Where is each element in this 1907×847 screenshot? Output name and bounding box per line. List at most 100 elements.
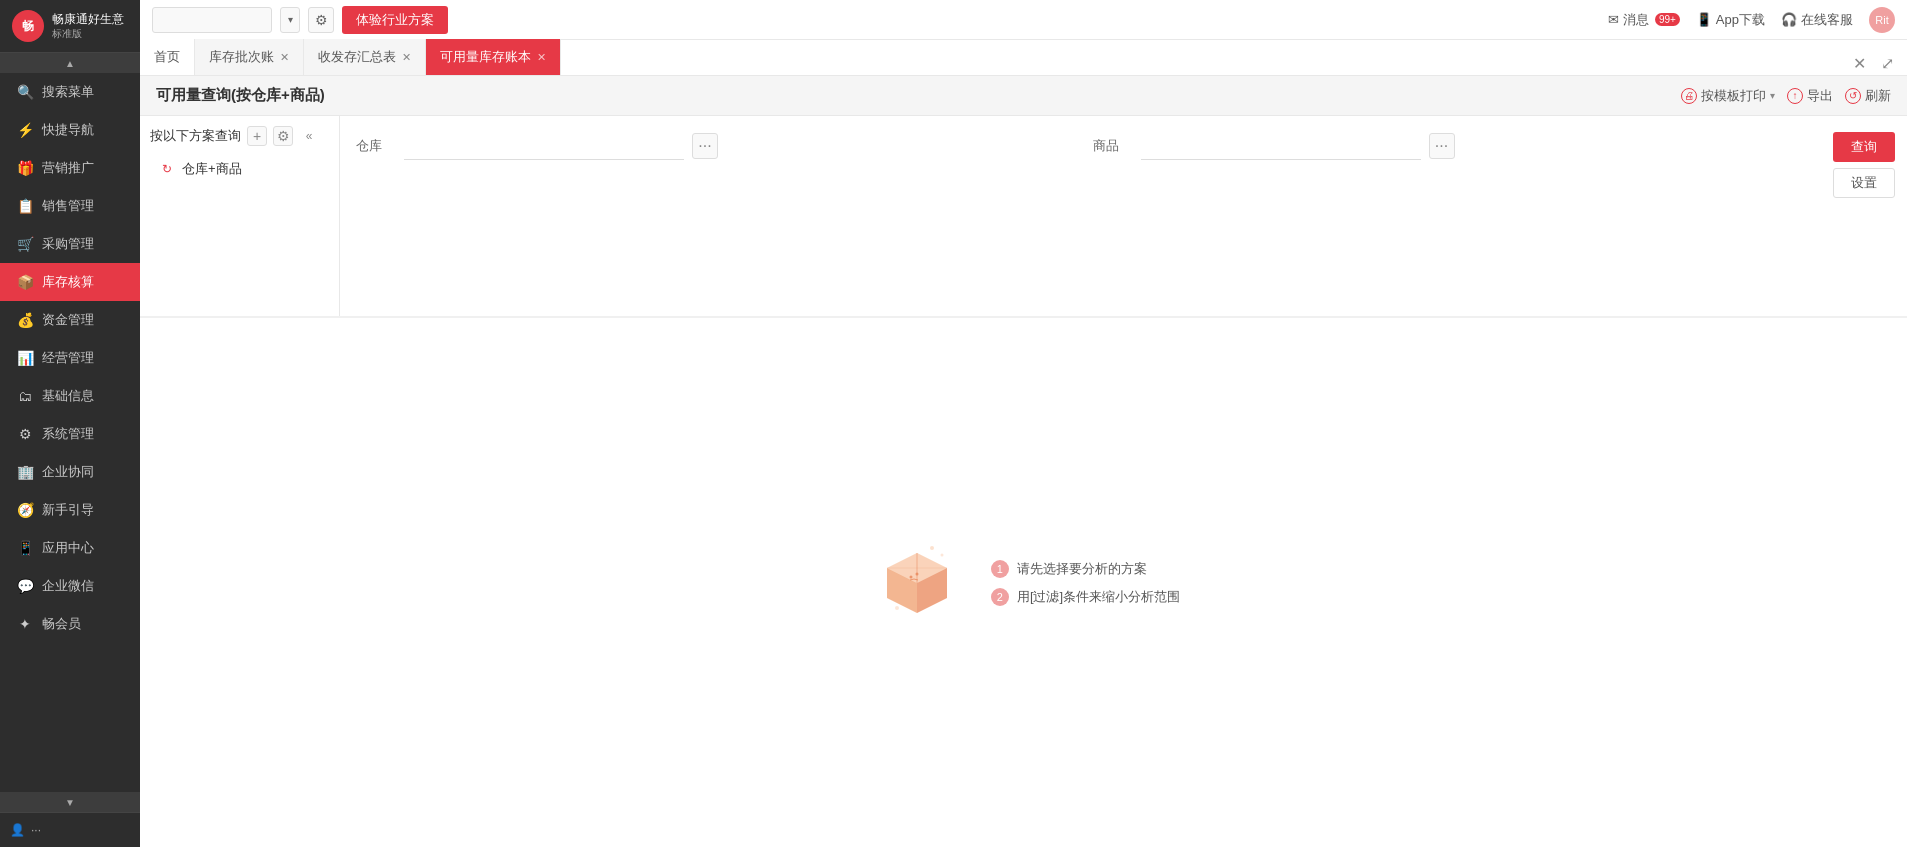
warehouse-input[interactable] — [404, 132, 684, 160]
sidebar-scroll-area: 🔍 搜索菜单 ⚡ 快捷导航 🎁 营销推广 📋 销售管理 🛒 采购管理 📦 库存核… — [0, 73, 140, 792]
refresh-btn[interactable]: ↺ 刷新 — [1845, 87, 1891, 105]
hint-num-2: 2 — [991, 588, 1009, 606]
sidebar-item-wechat[interactable]: 💬 企业微信 — [0, 567, 140, 605]
warehouse-more-btn[interactable]: ··· — [692, 133, 718, 159]
sidebar-logo: 畅 — [12, 10, 44, 42]
sidebar-item-system[interactable]: ⚙ 系统管理 — [0, 415, 140, 453]
settings-gear-icon[interactable]: ⚙ — [308, 7, 334, 33]
online-service-action[interactable]: 🎧 在线客服 — [1781, 11, 1853, 29]
hint-item-1: 1 请先选择要分析的方案 — [991, 560, 1180, 578]
sidebar-item-sales[interactable]: 📋 销售管理 — [0, 187, 140, 225]
finance-icon: 💰 — [16, 311, 34, 329]
tab-close-all-icon[interactable]: ✕ — [1847, 51, 1871, 75]
sidebar-item-search[interactable]: 🔍 搜索菜单 — [0, 73, 140, 111]
svg-point-10 — [915, 572, 918, 575]
enterprise-icon: 🏢 — [16, 463, 34, 481]
trial-btn[interactable]: 体验行业方案 — [342, 6, 448, 34]
sidebar-item-purchase[interactable]: 🛒 采购管理 — [0, 225, 140, 263]
scheme-settings-btn[interactable]: ⚙ — [273, 126, 293, 146]
inventory-icon: 📦 — [16, 273, 34, 291]
sidebar-item-quicknav[interactable]: ⚡ 快捷导航 — [0, 111, 140, 149]
avatar[interactable]: Rit — [1869, 7, 1895, 33]
sidebar-item-member[interactable]: ✦ 畅会员 — [0, 605, 140, 643]
svg-point-8 — [895, 606, 899, 610]
app-download-action[interactable]: 📱 App下载 — [1696, 11, 1765, 29]
member-icon: ✦ — [16, 615, 34, 633]
export-btn[interactable]: ↑ 导出 — [1787, 87, 1833, 105]
query-fields: 仓库 ··· 商品 ··· — [340, 116, 1821, 316]
dropdown-chevron-icon[interactable]: ▾ — [280, 7, 300, 33]
tab-batch-close-icon[interactable]: ✕ — [280, 51, 289, 64]
page-header-actions: 🖨 按模板打印 ▾ ↑ 导出 ↺ 刷新 — [1681, 87, 1891, 105]
empty-state: 1 请先选择要分析的方案 2 用[过滤]条件来缩小分析范围 — [140, 318, 1907, 847]
sidebar-item-operations[interactable]: 📊 经营管理 — [0, 339, 140, 377]
phone-icon: 📱 — [1696, 12, 1712, 27]
column-settings-btn[interactable]: 设置 — [1833, 168, 1895, 198]
message-label: 消息 — [1623, 11, 1649, 29]
sidebar-item-marketing[interactable]: 🎁 营销推广 — [0, 149, 140, 187]
sidebar-item-finance[interactable]: 💰 资金管理 — [0, 301, 140, 339]
query-btn[interactable]: 查询 — [1833, 132, 1895, 162]
tab-summary-close-icon[interactable]: ✕ — [402, 51, 411, 64]
warehouse-label: 仓库 — [356, 137, 396, 155]
scheme-settings-icon: ⚙ — [277, 128, 290, 144]
goods-input[interactable] — [1141, 132, 1421, 160]
print-btn[interactable]: 🖨 按模板打印 ▾ — [1681, 87, 1775, 105]
goods-label: 商品 — [1093, 137, 1133, 155]
goods-field-group: 商品 ··· — [1093, 132, 1806, 160]
tab-available[interactable]: 可用量库存账本 ✕ — [426, 39, 561, 75]
sidebar-item-inventory[interactable]: 📦 库存核算 — [0, 263, 140, 301]
search-input[interactable] — [152, 7, 272, 33]
sidebar-scroll-up[interactable]: ▲ — [0, 53, 140, 73]
collapse-sidebar-btn[interactable]: « — [299, 126, 319, 146]
operations-icon: 📊 — [16, 349, 34, 367]
tab-batch[interactable]: 库存批次账 ✕ — [195, 39, 304, 75]
sidebar-item-basic[interactable]: 🗂 基础信息 — [0, 377, 140, 415]
headset-icon: 🎧 — [1781, 12, 1797, 27]
empty-content: 1 请先选择要分析的方案 2 用[过滤]条件来缩小分析范围 — [867, 533, 1180, 633]
page-title: 可用量查询(按仓库+商品) — [156, 86, 325, 105]
sidebar-item-newuser[interactable]: 🧭 新手引导 — [0, 491, 140, 529]
warehouse-field-group: 仓库 ··· — [356, 132, 1069, 160]
message-action[interactable]: ✉ 消息 99+ — [1608, 11, 1680, 29]
svg-point-9 — [909, 575, 912, 578]
tab-summary[interactable]: 收发存汇总表 ✕ — [304, 39, 426, 75]
hint-text-1: 请先选择要分析的方案 — [1017, 560, 1147, 578]
topbar-right: ✉ 消息 99+ 📱 App下载 🎧 在线客服 Rit — [1608, 7, 1895, 33]
query-fields-row: 仓库 ··· 商品 ··· — [356, 132, 1805, 160]
empty-illustration — [867, 533, 967, 633]
app-download-label: App下载 — [1716, 11, 1765, 29]
page-header: 可用量查询(按仓库+商品) 🖨 按模板打印 ▾ ↑ 导出 ↺ 刷新 — [140, 76, 1907, 116]
sidebar-scroll-down[interactable]: ▼ — [0, 792, 140, 812]
query-sidebar-header: 按以下方案查询 + ⚙ « — [150, 126, 329, 146]
query-sidebar: 按以下方案查询 + ⚙ « ↻ 仓库+商品 — [140, 116, 340, 316]
user-icon: 👤 — [10, 823, 25, 837]
export-icon: ↑ — [1787, 88, 1803, 104]
svg-point-7 — [940, 553, 943, 556]
tab-home[interactable]: 首页 — [140, 39, 195, 75]
sidebar-title: 畅康通好生意 — [52, 11, 124, 28]
empty-hints: 1 请先选择要分析的方案 2 用[过滤]条件来缩小分析范围 — [991, 560, 1180, 606]
basic-icon: 🗂 — [16, 387, 34, 405]
goods-more-btn[interactable]: ··· — [1429, 133, 1455, 159]
scheme-item-warehouse-goods[interactable]: ↻ 仓库+商品 — [150, 154, 329, 184]
sales-icon: 📋 — [16, 197, 34, 215]
query-action-buttons: 查询 设置 — [1821, 116, 1907, 316]
print-icon: 🖨 — [1681, 88, 1697, 104]
sidebar-bottom[interactable]: 👤 ··· — [0, 812, 140, 847]
search-icon: 🔍 — [16, 83, 34, 101]
sidebar-item-appstore[interactable]: 📱 应用中心 — [0, 529, 140, 567]
svg-point-6 — [930, 546, 934, 550]
tab-available-close-icon[interactable]: ✕ — [537, 51, 546, 64]
system-icon: ⚙ — [16, 425, 34, 443]
sidebar: 畅 畅康通好生意 标准版 ▲ 🔍 搜索菜单 ⚡ 快捷导航 🎁 营销推广 📋 销售… — [0, 0, 140, 847]
online-service-label: 在线客服 — [1801, 11, 1853, 29]
topbar: ▾ ⚙ 体验行业方案 ✉ 消息 99+ 📱 App下载 🎧 在线客服 Rit — [140, 0, 1907, 40]
add-scheme-btn[interactable]: + — [247, 126, 267, 146]
message-icon: ✉ — [1608, 12, 1619, 27]
user-label: ··· — [31, 823, 41, 837]
tab-expand-icon[interactable]: ⤢ — [1875, 51, 1899, 75]
quicknav-icon: ⚡ — [16, 121, 34, 139]
sidebar-item-enterprise[interactable]: 🏢 企业协同 — [0, 453, 140, 491]
purchase-icon: 🛒 — [16, 235, 34, 253]
